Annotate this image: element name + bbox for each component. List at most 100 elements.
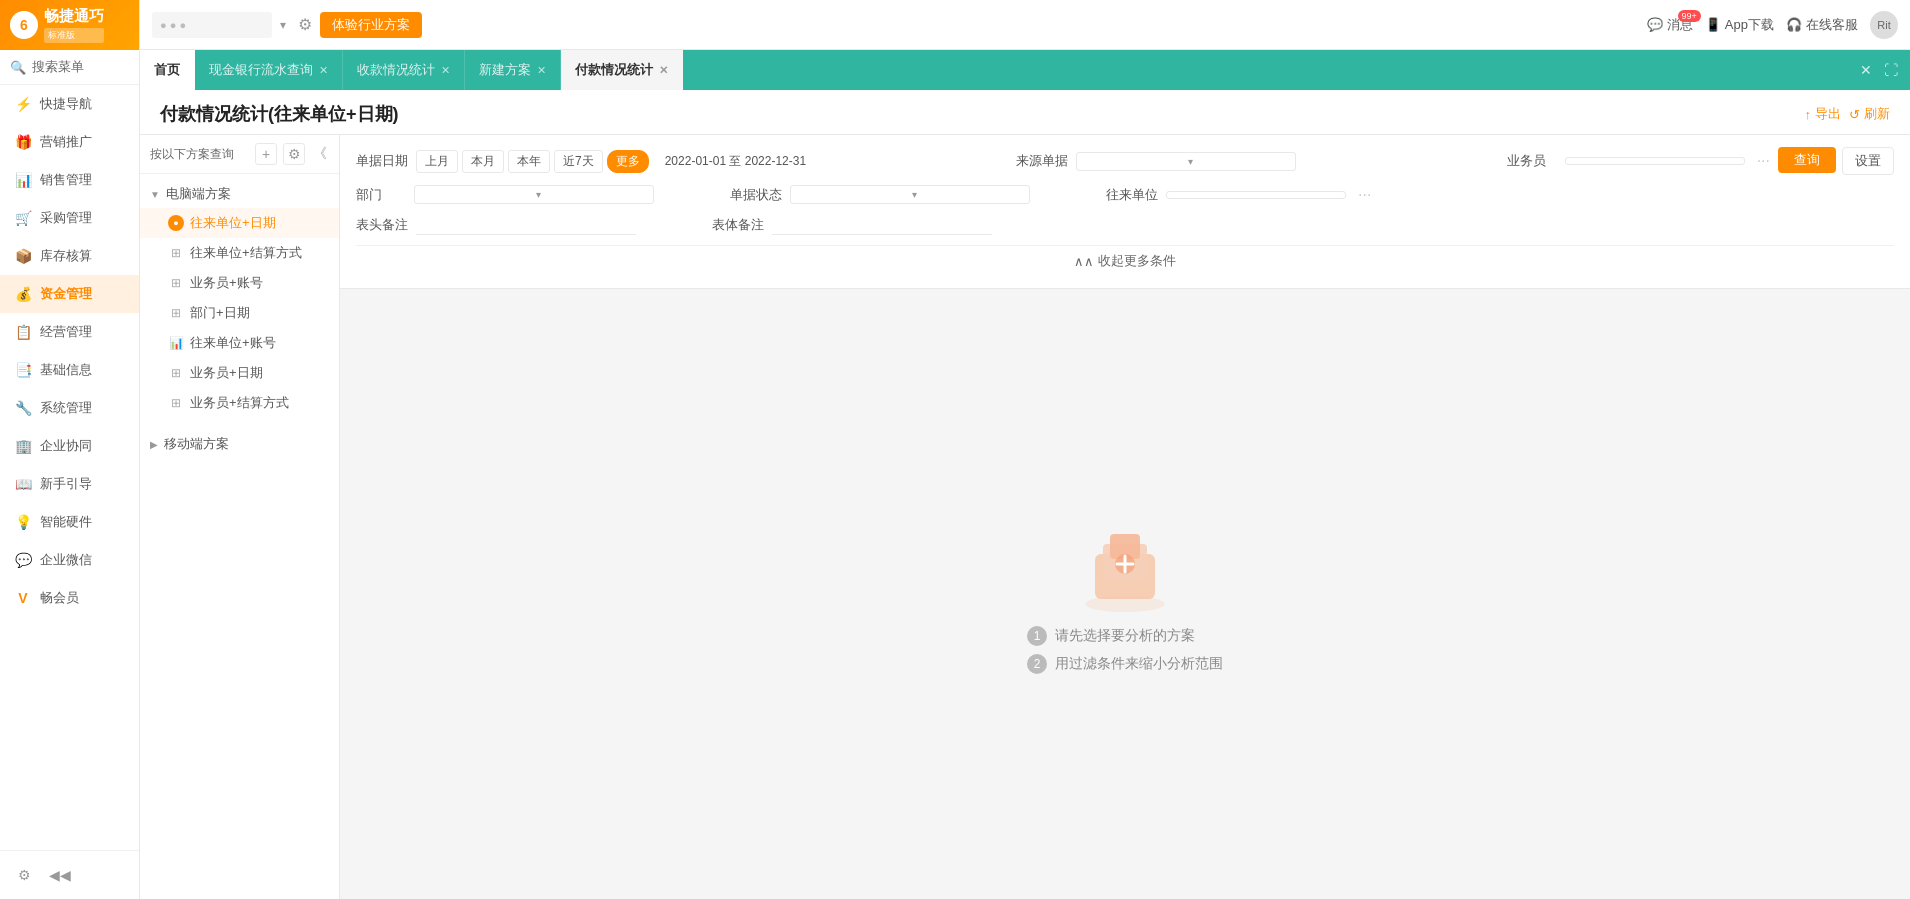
tab-home[interactable]: 首页 [140,50,195,90]
user-avatar[interactable]: Rit [1870,11,1898,39]
staff-label: 业务员 [1507,152,1557,170]
tree-item-staff-account[interactable]: ⊞ 业务员+账号 [140,268,339,298]
tab-label: 首页 [154,61,180,79]
plan-settings-btn[interactable]: ⚙ [283,143,305,165]
online-service-btn[interactable]: 🎧 在线客服 [1786,16,1858,34]
panel-collapse-btn[interactable]: 《 [311,143,329,165]
address-bar-container: ● ● ● [152,12,272,38]
refresh-icon: ↺ [1849,107,1860,122]
tab-payment-stats[interactable]: 付款情况统计 ✕ [561,50,683,90]
topbar: ● ● ● ▾ ⚙ 体验行业方案 💬 消息 99+ 📱 App下载 🎧 在线客服… [140,0,1910,50]
plan-icon: ⊞ [168,305,184,321]
app-download-btn[interactable]: 📱 App下载 [1705,16,1774,34]
dept-select[interactable]: ▾ [414,185,654,204]
sidebar-item-system[interactable]: 🔧 系统管理 [0,389,139,427]
partner-more-icon[interactable]: ··· [1358,186,1371,204]
date-btn-this-year[interactable]: 本年 [508,150,550,173]
tab-close-icon[interactable]: ✕ [319,65,328,76]
date-btn-7days[interactable]: 近7天 [554,150,603,173]
sidebar-item-marketing[interactable]: 🎁 营销推广 [0,123,139,161]
tree-item-staff-date[interactable]: ⊞ 业务员+日期 [140,358,339,388]
body-note-label: 表体备注 [712,216,764,234]
header-note-label: 表头备注 [356,216,408,234]
date-btn-last-month[interactable]: 上月 [416,150,458,173]
sidebar-item-purchase[interactable]: 🛒 采购管理 [0,199,139,237]
sidebar-item-inventory[interactable]: 📦 库存核算 [0,237,139,275]
guide-icon: 📖 [14,475,32,493]
partner-label: 往来单位 [1106,186,1158,204]
doc-status-select[interactable]: ▾ [790,185,1030,204]
address-chevron-icon[interactable]: ▾ [280,18,286,32]
page-title: 付款情况统计(往来单位+日期) [160,102,399,126]
collapse-more-btn[interactable]: ∧∧ 收起更多条件 [356,245,1894,276]
staff-select[interactable] [1565,157,1745,165]
query-button[interactable]: 查询 [1778,147,1836,173]
trial-button[interactable]: 体验行业方案 [320,12,422,38]
sidebar-item-quick-nav[interactable]: ⚡ 快捷导航 [0,85,139,123]
tab-close-icon[interactable]: ✕ [537,65,546,76]
body-note-input[interactable] [772,214,992,235]
sidebar-item-label: 系统管理 [40,399,92,417]
tree-item-partner-settle[interactable]: ⊞ 往来单位+结算方式 [140,238,339,268]
tab-receipt-stats[interactable]: 收款情况统计 ✕ [343,50,465,90]
search-menu[interactable]: 🔍 搜索菜单 [0,50,139,85]
sidebar-header: 6 畅捷通巧 标准版 [0,0,139,50]
sidebar-item-wechat[interactable]: 💬 企业微信 [0,541,139,579]
source-select[interactable]: ▾ [1076,152,1296,171]
tab-close-icon[interactable]: ✕ [441,65,450,76]
sidebar-item-label: 库存核算 [40,247,92,265]
tab-close-icon[interactable]: ✕ [659,65,668,76]
filter-area: 单据日期 上月 本月 本年 近7天 更多 2022-01-01 至 2022-1… [340,135,1910,289]
search-icon: 🔍 [10,60,26,75]
header-note-input[interactable] [416,214,636,235]
mobile-section-header[interactable]: ▶ 移动端方案 [140,430,339,458]
operations-icon: 📋 [14,323,32,341]
tab-close-all-icon[interactable]: ✕ [1856,60,1876,80]
sidebar-item-basic-info[interactable]: 📑 基础信息 [0,351,139,389]
topbar-gear-icon[interactable]: ⚙ [298,15,312,34]
topbar-left: ● ● ● ▾ ⚙ 体验行业方案 [152,12,1639,38]
tab-expand-icon[interactable]: ⛶ [1880,60,1902,80]
sidebar-item-operations[interactable]: 📋 经营管理 [0,313,139,351]
sidebar-item-enterprise[interactable]: 🏢 企业协同 [0,427,139,465]
filter-row-2: 部门 ▾ 单据状态 ▾ 往来单位 [356,185,1894,204]
add-plan-btn[interactable]: + [255,143,277,165]
sidebar-item-hardware[interactable]: 💡 智能硬件 [0,503,139,541]
tree-item-partner-account[interactable]: 📊 往来单位+账号 [140,328,339,358]
date-btn-more[interactable]: 更多 [607,150,649,173]
sidebar: 6 畅捷通巧 标准版 🔍 搜索菜单 ⚡ 快捷导航 🎁 营销推广 📊 销售管理 🛒… [0,0,140,899]
desktop-section-header[interactable]: ▼ 电脑端方案 [140,180,339,208]
basic-info-icon: 📑 [14,361,32,379]
sidebar-item-label: 企业协同 [40,437,92,455]
date-quick-btns: 上月 本月 本年 近7天 更多 [416,150,649,173]
quick-nav-icon: ⚡ [14,95,32,113]
footer-settings-btn[interactable]: ⚙ [10,861,38,889]
partner-select[interactable] [1166,191,1346,199]
tree-item-partner-date[interactable]: ● 往来单位+日期 [140,208,339,238]
message-btn[interactable]: 💬 消息 99+ [1647,16,1693,34]
tip-text-2: 用过滤条件来缩小分析范围 [1055,655,1223,673]
tree-item-label: 业务员+结算方式 [190,394,289,412]
sidebar-item-finance[interactable]: 💰 资金管理 [0,275,139,313]
footer-collapse-btn[interactable]: ◀◀ [46,861,74,889]
sidebar-item-guide[interactable]: 📖 新手引导 [0,465,139,503]
export-btn[interactable]: ↑ 导出 [1805,105,1842,123]
staff-more-icon[interactable]: ··· [1757,152,1770,170]
setting-button[interactable]: 设置 [1842,147,1894,175]
tree-item-label: 往来单位+账号 [190,334,276,352]
app-name: 畅捷通巧 [44,7,104,26]
date-btn-this-month[interactable]: 本月 [462,150,504,173]
tree-item-staff-settle[interactable]: ⊞ 业务员+结算方式 [140,388,339,418]
plan-icon: ⊞ [168,395,184,411]
tab-new-plan[interactable]: 新建方案 ✕ [465,50,561,90]
section-expand-icon: ▶ [150,439,158,450]
enterprise-icon: 🏢 [14,437,32,455]
tab-label: 新建方案 [479,61,531,79]
sidebar-item-label: 销售管理 [40,171,92,189]
refresh-btn[interactable]: ↺ 刷新 [1849,105,1890,123]
sidebar-item-vip[interactable]: V 畅会员 [0,579,139,617]
sidebar-item-sales[interactable]: 📊 销售管理 [0,161,139,199]
tree-item-dept-date[interactable]: ⊞ 部门+日期 [140,298,339,328]
plan-icon: ⊞ [168,365,184,381]
tab-bank-flow[interactable]: 现金银行流水查询 ✕ [195,50,343,90]
